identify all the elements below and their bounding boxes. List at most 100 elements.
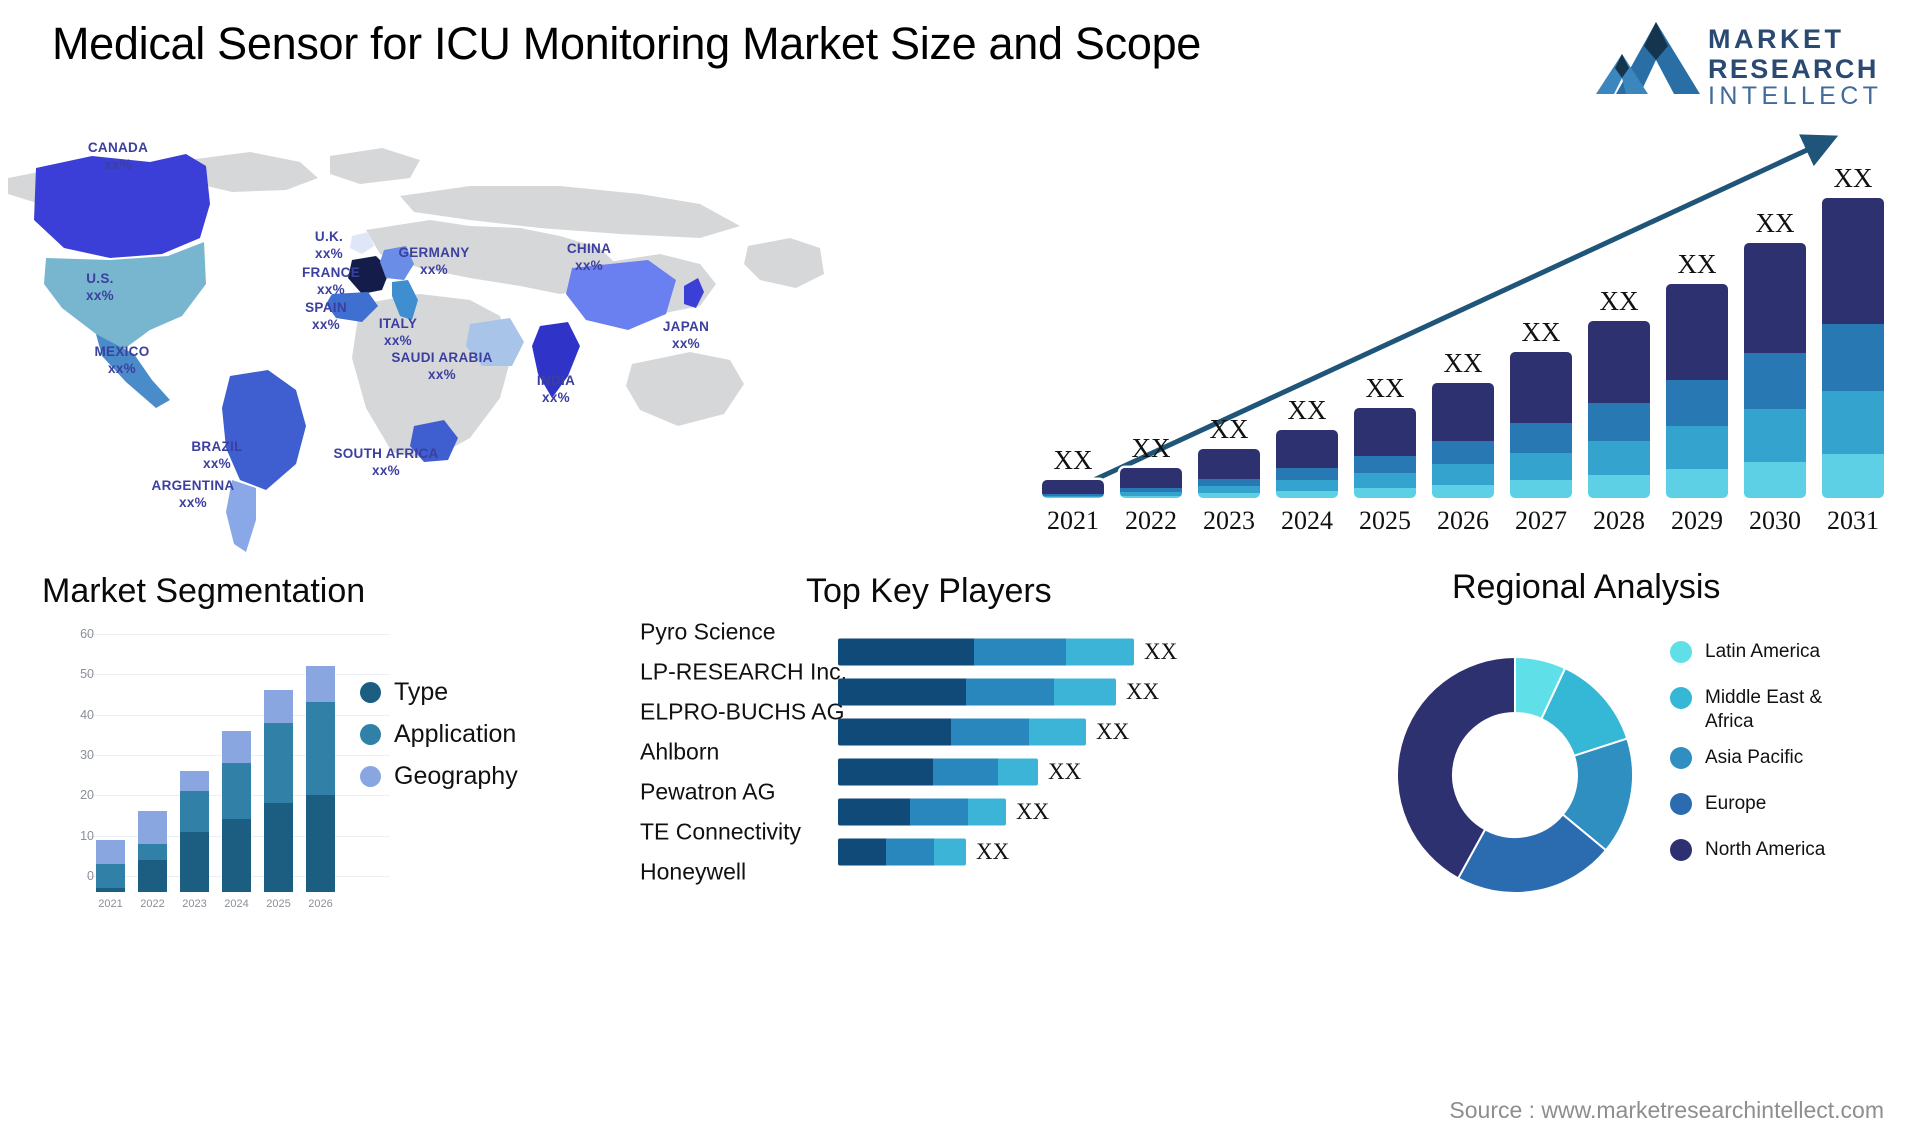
forecast-year-label: 2021 xyxy=(1047,506,1099,535)
segmentation-bar-segment xyxy=(264,690,293,723)
player-bar-segment xyxy=(974,638,1066,666)
player-name: TE Connectivity xyxy=(640,818,802,845)
segmentation-legend-item: Type xyxy=(360,678,448,707)
player-bar-segment xyxy=(951,718,1029,746)
forecast-bar-segment xyxy=(1588,403,1650,441)
market-segmentation-title: Market Segmentation xyxy=(42,572,366,610)
segmentation-legend-item: Application xyxy=(360,720,516,749)
map-label-brazil: BRAZIL xx% xyxy=(191,439,242,473)
forecast-bar-segment xyxy=(1744,409,1806,462)
segmentation-legend-label: Type xyxy=(394,678,449,706)
forecast-bar-segment xyxy=(1432,464,1494,485)
map-label-name: GERMANY xyxy=(398,245,470,260)
map-label-south-africa: SOUTH AFRICA xx% xyxy=(333,446,438,480)
segmentation-y-tick: 40 xyxy=(80,707,94,722)
forecast-bar-segment xyxy=(1276,490,1338,498)
segmentation-gridline xyxy=(86,674,390,676)
map-label-value: xx% xyxy=(420,261,448,277)
logo-line-market: MARKET xyxy=(1708,24,1845,54)
forecast-column: XX 2022 xyxy=(1120,433,1182,535)
map-label-value: xx% xyxy=(575,257,603,273)
logo-line-intellect: INTELLECT xyxy=(1708,82,1883,110)
top-key-players-title: Top Key Players xyxy=(806,572,1052,610)
forecast-bar-segment xyxy=(1588,440,1650,475)
forecast-year-label: 2025 xyxy=(1359,506,1411,535)
player-value-label: XX xyxy=(1048,759,1082,784)
player-bar-segment xyxy=(933,758,998,786)
segmentation-bar-segment xyxy=(222,819,251,892)
segmentation-gridline xyxy=(86,714,390,716)
forecast-column: XX 2029 xyxy=(1666,249,1728,535)
player-stacked-bar xyxy=(838,798,1006,826)
forecast-bar-segment xyxy=(1666,380,1728,427)
player-stacked-bar xyxy=(838,718,1086,746)
forecast-bar-segment xyxy=(1276,479,1338,491)
regional-legend-label: Europe xyxy=(1705,793,1767,814)
map-label-value: xx% xyxy=(203,455,231,471)
map-label-canada: CANADA xx% xyxy=(88,140,148,174)
segmentation-column: 2022 xyxy=(138,811,167,910)
forecast-bar-segment xyxy=(1354,488,1416,498)
segmentation-bar-segment xyxy=(306,702,335,796)
forecast-year-label: 2024 xyxy=(1281,506,1333,535)
segmentation-gridline xyxy=(86,634,390,635)
player-bar-segment xyxy=(966,678,1054,706)
player-value-label: XX xyxy=(1144,639,1178,664)
market-segmentation-chart: 0 10 20 30 40 50 60 2021 2022 2023 2024 2025 2026 T… xyxy=(30,620,530,920)
map-label-u-s: U.S. xx% xyxy=(86,271,114,305)
segmentation-bar-segment xyxy=(96,863,125,888)
player-bar-segment xyxy=(838,838,886,866)
segmentation-legend-label: Geography xyxy=(394,762,518,790)
player-value-label: XX xyxy=(1126,679,1160,704)
legend-dot-icon xyxy=(1670,839,1692,861)
forecast-chart: XX 2021 XX 2022 XX 2023 XX 2024 XX 2025 XX 2026 XX 20… xyxy=(1020,120,1910,540)
forecast-column: XX 2021 xyxy=(1042,445,1104,535)
mountain-peaks-logo-icon xyxy=(1596,22,1700,94)
segmentation-column: 2025 xyxy=(264,690,293,910)
segmentation-y-tick: 10 xyxy=(80,828,94,843)
forecast-value-label: XX xyxy=(1833,163,1873,193)
forecast-year-label: 2026 xyxy=(1437,506,1489,535)
map-label-value: xx% xyxy=(542,389,570,405)
map-label-france: FRANCE xx% xyxy=(302,265,360,299)
map-label-name: CANADA xyxy=(87,140,149,155)
forecast-stacked-bar xyxy=(1744,242,1806,498)
world-map-panel: CANADA xx% U.S. xx% MEXICO xx% BRAZIL xx% ARGENT… xyxy=(0,108,830,568)
player-bar-segment xyxy=(1054,678,1116,706)
map-label-value: xx% xyxy=(86,287,114,303)
segmentation-y-tick: 0 xyxy=(87,869,94,883)
regional-legend-label: North America xyxy=(1705,839,1826,860)
regional-donut-svg xyxy=(1396,655,1634,894)
map-label-name: JAPAN xyxy=(662,319,710,334)
map-label-name: U.K. xyxy=(314,229,344,244)
player-value-label: XX xyxy=(976,839,1010,864)
forecast-year-label: 2022 xyxy=(1125,506,1177,535)
forecast-bar-segment xyxy=(1198,449,1260,479)
regional-legend-item: Latin America xyxy=(1670,640,1820,664)
map-label-germany: GERMANY xx% xyxy=(398,245,469,279)
forecast-column: XX 2030 xyxy=(1744,208,1806,535)
forecast-bar-segment xyxy=(1354,408,1416,456)
forecast-bar-segment xyxy=(1666,426,1728,469)
player-bar-segment xyxy=(838,678,966,706)
map-label-india: INDIA xx% xyxy=(537,373,575,407)
forecast-bar-segment xyxy=(1354,455,1416,473)
map-label-value: xx% xyxy=(428,366,456,382)
forecast-bar-segment xyxy=(1042,496,1104,498)
player-name: ELPRO-BUCHS AG xyxy=(640,698,845,725)
segmentation-bar-segment xyxy=(222,762,251,820)
segmentation-bar-segment xyxy=(222,730,251,763)
forecast-value-label: XX xyxy=(1443,347,1483,378)
regional-legend-item: Europe xyxy=(1670,792,1766,816)
segmentation-column: 2023 xyxy=(180,771,209,910)
forecast-stacked-bar xyxy=(1198,449,1260,498)
forecast-bar-segment xyxy=(1042,479,1104,495)
forecast-bar-segment xyxy=(1822,391,1884,455)
map-label-value: xx% xyxy=(108,360,136,376)
player-name: LP-RESEARCH Inc. xyxy=(640,658,848,685)
segmentation-column: 2026 xyxy=(306,666,335,910)
player-bar-segment xyxy=(886,838,934,866)
forecast-value-label: XX xyxy=(1365,373,1405,404)
forecast-year-label: 2029 xyxy=(1671,506,1723,535)
forecast-bar-segment xyxy=(1120,467,1182,489)
